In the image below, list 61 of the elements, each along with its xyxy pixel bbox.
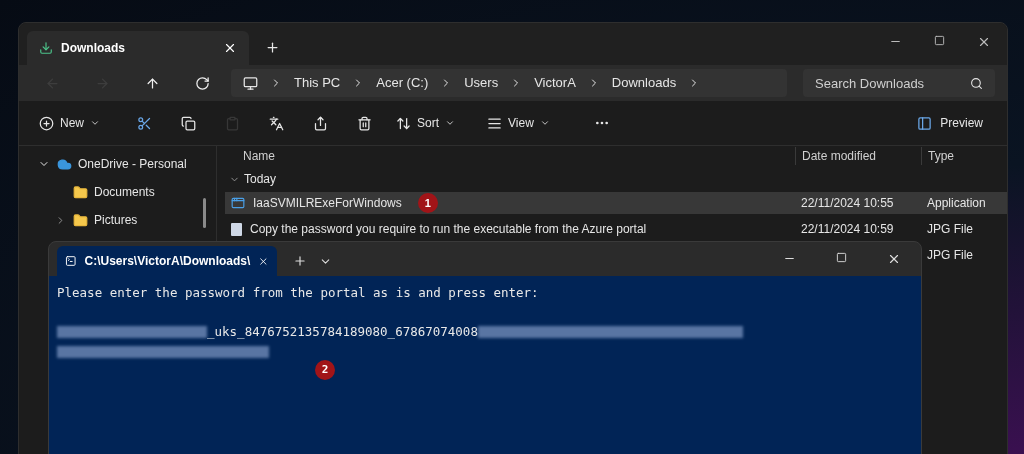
date-cell-text: 22/11/2024 10:55 <box>800 195 895 212</box>
password-text: _uks_8476752135784189080_67867074008 <box>207 322 478 341</box>
sidebar-item[interactable]: Documents <box>19 178 216 206</box>
toolbar-button[interactable]: New <box>31 108 108 138</box>
number-marker: 1 <box>417 193 438 213</box>
trash-icon[interactable] <box>356 115 372 131</box>
file-row[interactable]: IaaSVMILRExeForWindows 1 22/11/2024 10:55 Application <box>225 192 1007 214</box>
preview-pane-icon <box>917 115 933 131</box>
new-tab-icon[interactable] <box>265 40 280 55</box>
terminal-tab[interactable]: C:\Users\VictorA\Downloads\ <box>57 246 277 276</box>
lines-icon <box>487 115 503 131</box>
maximize-icon[interactable] <box>934 35 945 46</box>
type-cell-text: Application <box>926 195 987 212</box>
breadcrumb-item[interactable]: This PC <box>294 73 341 93</box>
breadcrumb-item[interactable]: VictorA <box>534 73 576 93</box>
refresh-icon[interactable] <box>194 75 210 91</box>
preview-button[interactable]: Preview <box>905 108 995 138</box>
scrollbar[interactable] <box>203 198 206 228</box>
breadcrumb-item[interactable]: Downloads <box>611 73 677 93</box>
terminal-icon <box>65 254 77 268</box>
column-header[interactable]: Type <box>921 147 1003 165</box>
scissors-icon[interactable] <box>136 115 152 131</box>
breadcrumb-item[interactable]: Users <box>464 73 499 93</box>
application-icon <box>231 196 245 210</box>
download-icon <box>39 41 53 55</box>
column-header[interactable]: Name <box>225 147 795 165</box>
file-name: IaaSVMILRExeForWindows <box>253 195 402 212</box>
toolbar-button[interactable]: Sort <box>388 108 464 138</box>
sidebar-item[interactable]: OneDrive - Personal <box>19 150 216 178</box>
sort-arrows-icon <box>396 115 411 131</box>
file-name: Copy the password you require to run the executable from the Azure portal <box>250 221 647 238</box>
group-header[interactable]: Today <box>225 166 1007 192</box>
monitor-icon <box>243 75 258 91</box>
close-icon[interactable] <box>977 35 991 49</box>
caret-icon <box>445 118 456 128</box>
file-row[interactable]: Copy the password you require to run the executable from the Azure portal 22/11/2024 10:59 JPG File <box>225 218 1007 240</box>
cloud-icon <box>57 156 72 172</box>
group-label: Today <box>244 171 277 188</box>
close-icon[interactable] <box>223 41 237 55</box>
number-marker: 2 <box>315 359 335 380</box>
type-cell-text: JPG File <box>926 221 974 238</box>
address-bar[interactable]: This PC Acer (C:) Users VictorA Downloads <box>231 69 787 97</box>
close-icon[interactable] <box>887 252 901 266</box>
caret-icon <box>539 118 550 128</box>
search-icon <box>970 76 983 90</box>
console-prompt: Please enter the password from the portal as is and press enter: <box>57 284 540 302</box>
maximize-icon[interactable] <box>836 252 847 263</box>
breadcrumb-item[interactable]: Acer (C:) <box>376 73 429 93</box>
folder-icon <box>73 184 88 200</box>
date-cell-text: 22/11/2024 10:59 <box>800 221 895 238</box>
copy-icon[interactable] <box>180 115 196 131</box>
explorer-tab[interactable]: Downloads <box>27 31 249 65</box>
search-field[interactable]: Search Downloads <box>803 69 995 97</box>
share-icon[interactable] <box>312 115 328 131</box>
folder-icon <box>73 212 88 228</box>
column-header[interactable]: Date modified <box>795 147 921 165</box>
plus-circle-icon <box>39 115 54 131</box>
image-file-icon <box>231 222 242 236</box>
caret-icon <box>90 118 100 128</box>
sidebar-item[interactable]: Pictures <box>19 206 216 234</box>
toolbar-button[interactable]: View <box>479 108 558 138</box>
